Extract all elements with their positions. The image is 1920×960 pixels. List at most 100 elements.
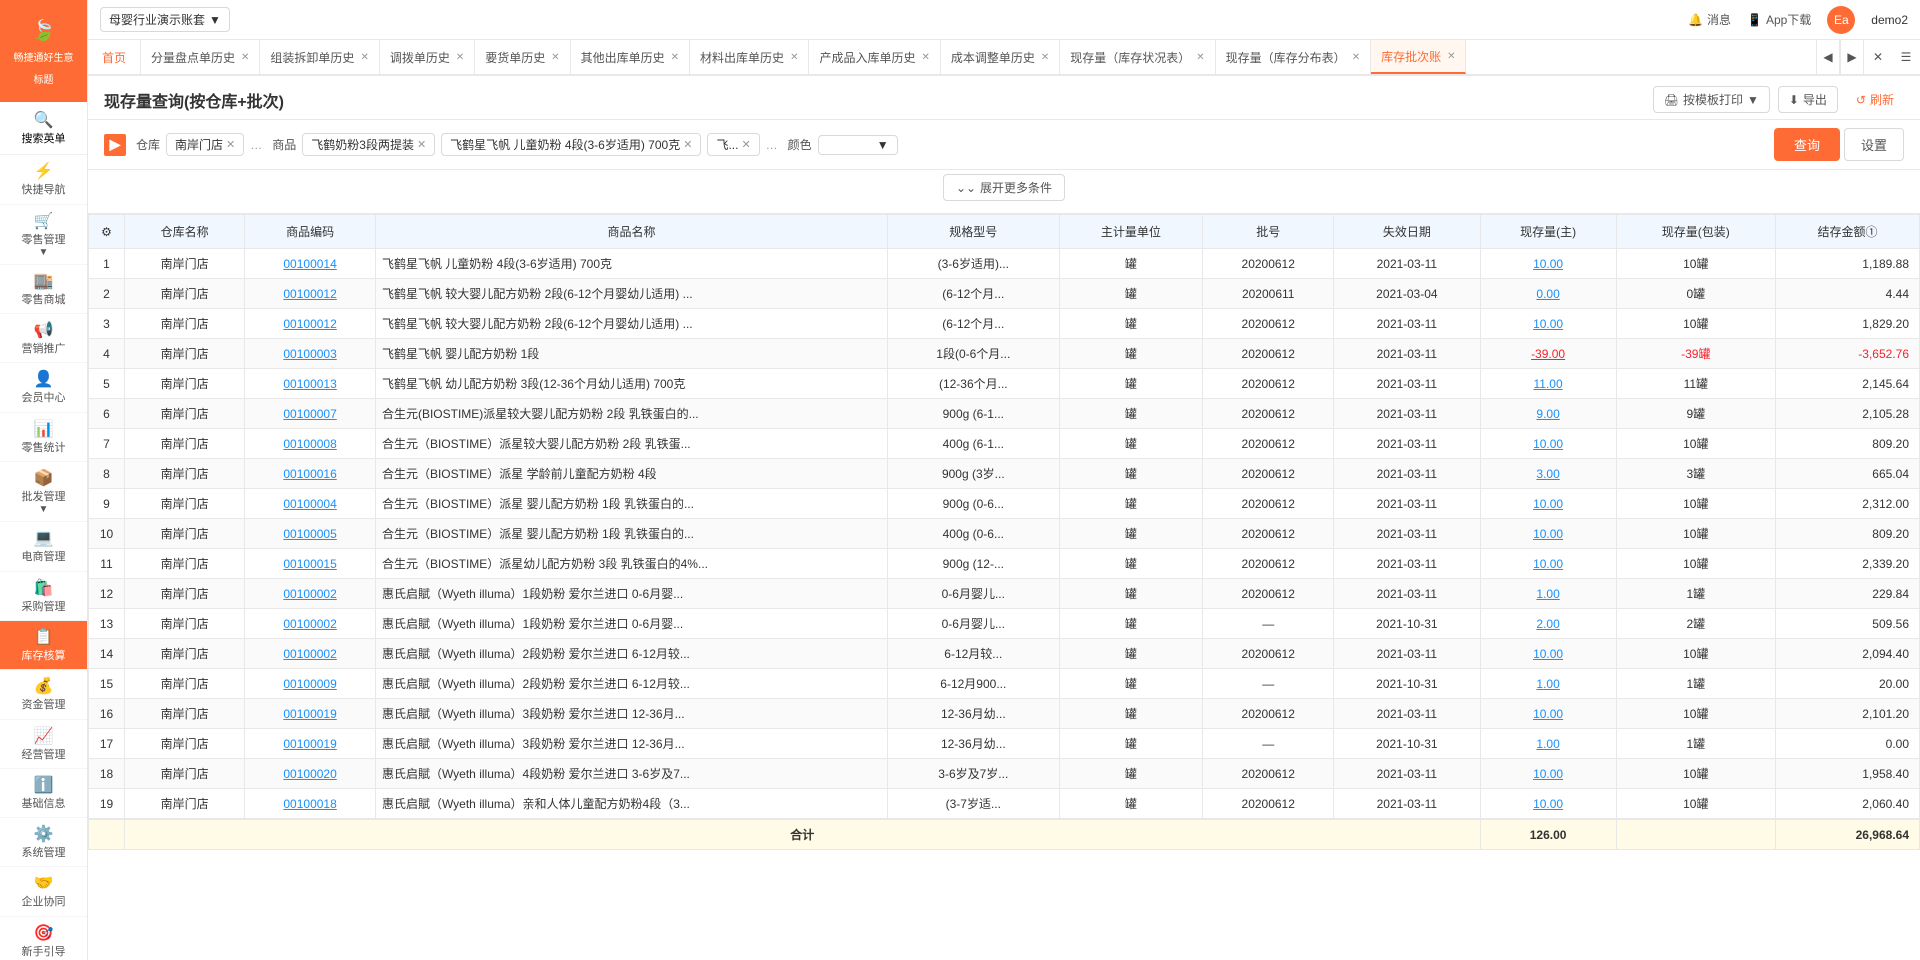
close-icon-11[interactable]: ✕ — [1447, 51, 1455, 62]
tab-prev-btn[interactable]: ◀ — [1816, 40, 1840, 75]
close-icon-8[interactable]: ✕ — [1041, 52, 1049, 63]
td-name: 惠氏启賦（Wyeth illuma）亲和人体儿童配方奶粉4段（3... — [375, 789, 887, 820]
tab-close-all-btn[interactable]: ✕ — [1864, 43, 1892, 71]
product-tag-2[interactable]: 飞鹤星飞帆 儿童奶粉 4段(3-6岁适用) 700克 ✕ — [441, 133, 701, 156]
td-spec: 0-6月婴儿... — [888, 579, 1059, 609]
table-row: 19 南岸门店 00100018 惠氏启賦（Wyeth illuma）亲和人体儿… — [89, 789, 1920, 820]
td-batch: 20200611 — [1203, 279, 1334, 309]
product-tag-1[interactable]: 飞鹤奶粉3段两提装 ✕ — [302, 133, 435, 156]
td-name: 惠氏启賦（Wyeth illuma）1段奶粉 爱尔兰进口 0-6月婴... — [375, 579, 887, 609]
template-print-btn[interactable]: 🖨 按模板打印 ▼ — [1653, 86, 1770, 113]
td-name: 飞鹤星飞帆 婴儿配方奶粉 1段 — [375, 339, 887, 369]
td-name: 惠氏启賦（Wyeth illuma）1段奶粉 爱尔兰进口 0-6月婴... — [375, 609, 887, 639]
sidebar-item-system[interactable]: ⚙️ 系统管理 — [0, 818, 87, 867]
td-spec: 900g (6-1... — [888, 399, 1059, 429]
close-icon-5[interactable]: ✕ — [671, 52, 679, 63]
sidebar-item-purchase[interactable]: 🛍️ 采购管理 — [0, 572, 87, 621]
close-icon-2[interactable]: ✕ — [360, 52, 368, 63]
td-amount: 2,060.40 — [1776, 789, 1920, 820]
td-code: 00100012 — [245, 279, 376, 309]
td-expire: 2021-03-11 — [1334, 369, 1481, 399]
sidebar-item-quicknav[interactable]: ⚡ 快捷导航 — [0, 155, 87, 204]
close-icon-7[interactable]: ✕ — [921, 52, 929, 63]
settings-btn[interactable]: 设置 — [1844, 128, 1904, 161]
tab-home[interactable]: 首页 — [88, 40, 141, 74]
product-tag-3-close[interactable]: ✕ — [741, 138, 750, 151]
product-tag-1-close[interactable]: ✕ — [417, 138, 426, 151]
sidebar-item-inventory[interactable]: 📋 库存核算 — [0, 621, 87, 670]
sidebar-item-retail-stats[interactable]: 📊 零售统计 — [0, 413, 87, 462]
tab-transfer[interactable]: 调拨单历史 ✕ — [380, 40, 475, 74]
tab-cost-adjust[interactable]: 成本调整单历史 ✕ — [941, 40, 1060, 74]
warehouse-more-dots[interactable]: … — [250, 138, 262, 152]
td-qty-main: 10.00 — [1480, 639, 1616, 669]
sidebar-item-guide[interactable]: 🎯 新手引导 — [0, 917, 87, 960]
filter-expand-row: ⌄⌄ 展开更多条件 — [88, 170, 1920, 214]
td-expire: 2021-03-11 — [1334, 309, 1481, 339]
td-row-no: 17 — [89, 729, 125, 759]
tab-assembly[interactable]: 组装拆卸单历史 ✕ — [260, 40, 379, 74]
td-qty-pkg: 11罐 — [1616, 369, 1776, 399]
tab-inventory-dist[interactable]: 现存量（库存分布表） ✕ — [1216, 40, 1371, 74]
product-more-dots[interactable]: … — [766, 138, 778, 152]
sidebar-item-marketing[interactable]: 📢 营销推广 — [0, 314, 87, 363]
tab-menu-btn[interactable]: ☰ — [1892, 43, 1920, 71]
query-btn[interactable]: 查询 — [1774, 128, 1840, 161]
warehouse-tag[interactable]: 南岸门店 ✕ — [166, 133, 244, 156]
td-spec: 0-6月婴儿... — [888, 609, 1059, 639]
close-icon[interactable]: ✕ — [241, 52, 249, 63]
expand-more-btn[interactable]: ⌄⌄ 展开更多条件 — [943, 174, 1065, 201]
sidebar-item-operations[interactable]: 📈 经营管理 — [0, 720, 87, 769]
refresh-btn[interactable]: ↺ 刷新 — [1846, 87, 1904, 112]
sidebar-item-retail-mgmt[interactable]: 🛒 零售管理 ▼ — [0, 205, 87, 265]
td-amount: 2,145.64 — [1776, 369, 1920, 399]
tab-product-in[interactable]: 产成品入库单历史 ✕ — [809, 40, 940, 74]
sidebar-item-members[interactable]: 👤 会员中心 — [0, 363, 87, 412]
avatar[interactable]: Ea — [1827, 6, 1855, 34]
td-batch: 20200612 — [1203, 249, 1334, 279]
product-tag-3[interactable]: 飞... ✕ — [707, 133, 759, 156]
close-icon-3[interactable]: ✕ — [456, 52, 464, 63]
tab-batch-account[interactable]: 库存批次账 ✕ — [1371, 40, 1466, 74]
td-qty-main: 1.00 — [1480, 669, 1616, 699]
tabbar: 首页 分量盘点单历史 ✕ 组装拆卸单历史 ✕ 调拨单历史 ✕ 要货单历史 ✕ 其… — [88, 40, 1920, 76]
tab-inventory-status[interactable]: 现存量（库存状况表） ✕ — [1060, 40, 1215, 74]
account-dropdown[interactable]: 母婴行业演示账套 ▼ — [100, 7, 230, 32]
sidebar-item-ecommerce[interactable]: 💻 电商管理 — [0, 522, 87, 571]
tab-inventory-count[interactable]: 分量盘点单历史 ✕ — [141, 40, 260, 74]
td-unit: 罐 — [1059, 729, 1203, 759]
app-download-btn[interactable]: 📱 App下载 — [1747, 11, 1811, 28]
export-btn[interactable]: ⬇ 导出 — [1778, 86, 1838, 113]
th-settings: ⚙ — [89, 215, 125, 249]
sidebar-item-enterprise[interactable]: 🤝 企业协同 — [0, 867, 87, 916]
td-spec: 3-6岁及7岁... — [888, 759, 1059, 789]
tab-order[interactable]: 要货单历史 ✕ — [475, 40, 570, 74]
tab-next-btn[interactable]: ▶ — [1840, 40, 1864, 75]
filter-expand-btn[interactable]: ▶ — [104, 134, 126, 156]
sidebar-item-wholesale[interactable]: 📦 批发管理 ▼ — [0, 462, 87, 522]
tab-material-out[interactable]: 材料出库单历史 ✕ — [690, 40, 809, 74]
product-tag-2-close[interactable]: ✕ — [683, 138, 692, 151]
close-icon-4[interactable]: ✕ — [551, 52, 559, 63]
sidebar-item-basic-info[interactable]: ℹ️ 基础信息 — [0, 769, 87, 818]
close-icon-9[interactable]: ✕ — [1196, 52, 1204, 63]
close-icon-10[interactable]: ✕ — [1352, 52, 1360, 63]
td-spec: (6-12个月... — [888, 309, 1059, 339]
warehouse-tag-close[interactable]: ✕ — [226, 138, 235, 151]
td-qty-main: 10.00 — [1480, 549, 1616, 579]
warehouse-filter-group: 仓库 南岸门店 ✕ … — [136, 133, 262, 156]
sidebar-item-finance[interactable]: 💰 资金管理 — [0, 670, 87, 719]
td-sum-amount: 26,968.64 — [1776, 819, 1920, 850]
sidebar-item-search[interactable]: 🔍 搜索英单 — [0, 102, 87, 155]
td-batch: 20200612 — [1203, 759, 1334, 789]
tab-other-out[interactable]: 其他出库单历史 ✕ — [571, 40, 690, 74]
td-qty-main: 10.00 — [1480, 519, 1616, 549]
close-icon-6[interactable]: ✕ — [790, 52, 798, 63]
color-dropdown[interactable]: ▼ — [818, 135, 898, 155]
messages-btn[interactable]: 🔔 消息 — [1688, 11, 1731, 28]
td-amount: 229.84 — [1776, 579, 1920, 609]
sidebar-item-retail-shop[interactable]: 🏬 零售商城 — [0, 265, 87, 314]
td-row-no: 12 — [89, 579, 125, 609]
td-qty-pkg: 0罐 — [1616, 279, 1776, 309]
td-batch: 20200612 — [1203, 489, 1334, 519]
